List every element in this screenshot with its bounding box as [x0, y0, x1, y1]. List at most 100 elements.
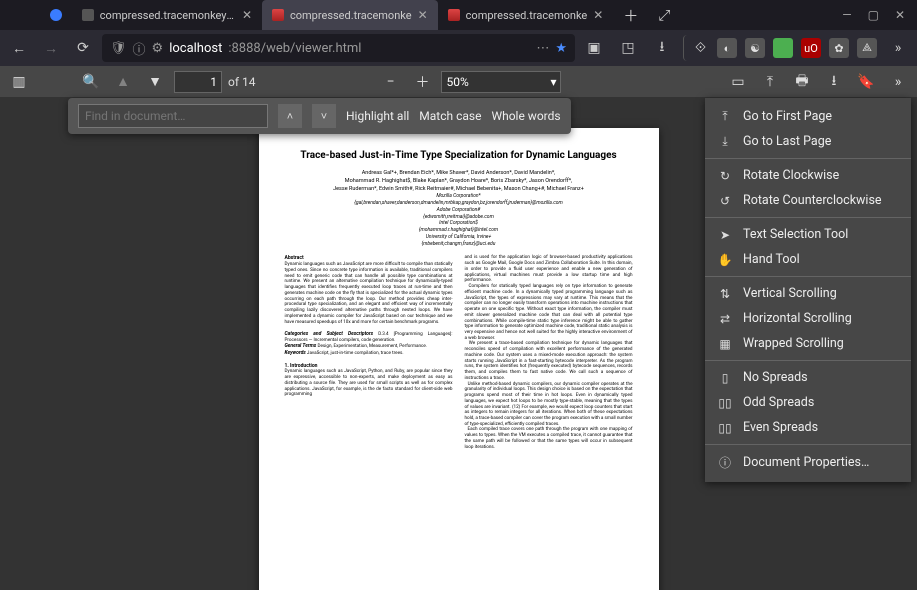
menu-separator — [705, 276, 911, 277]
menu-last-page[interactable]: ⤓Go to Last Page — [705, 129, 911, 154]
menu-horizontal-scroll[interactable]: ⇄Horizontal Scrolling — [705, 306, 911, 331]
first-page-icon: ⤒ — [717, 109, 733, 124]
ext-2[interactable]: ☯ — [745, 38, 765, 58]
new-tab-button[interactable]: ＋ — [613, 5, 648, 26]
find-next-button[interactable]: ˅ — [312, 104, 336, 128]
close-icon[interactable]: ✕ — [593, 8, 603, 22]
pdf-toolbar: ▥ 🔍 ▲ ▼ of 14 − ＋ 50% ▾ ▭ ⤒ 🖶 ⭳ 🔖 » — [0, 66, 917, 98]
download-icon[interactable]: ⭳ — [649, 35, 675, 61]
affiliation: Adobe Corporation# — [285, 208, 633, 214]
menu-rotate-ccw[interactable]: ↺Rotate Counterclockwise — [705, 188, 911, 213]
url-host: localhost — [169, 41, 222, 56]
next-page-button[interactable]: ▼ — [142, 69, 168, 95]
info-icon: ⓘ — [133, 39, 146, 58]
overflow-icon[interactable]: » — [885, 35, 911, 61]
zoom-in-button[interactable]: ＋ — [409, 69, 435, 95]
authors: Jesse Ruderman*, Edwin Smith#, Rick Reit… — [285, 186, 633, 192]
titlebar: compressed.tracemonkey-pl ✕ compressed.t… — [0, 0, 917, 30]
menu-even-spreads[interactable]: ▯▯Even Spreads — [705, 415, 911, 440]
favicon — [50, 9, 62, 21]
pdf-favicon — [448, 9, 460, 21]
url-path: :8888/web/viewer.html — [228, 41, 361, 56]
authors: Mohammad R. Haghighat$, Blake Kaplan*, G… — [285, 178, 633, 184]
favicon — [82, 9, 94, 21]
info-icon: ⓘ — [717, 454, 733, 471]
menu-vertical-scroll[interactable]: ⇅Vertical Scrolling — [705, 281, 911, 306]
url-bar[interactable]: 🛡 ⓘ ⚙ localhost:8888/web/viewer.html ⋯ ★ — [102, 34, 575, 62]
open-file-button[interactable]: ⤒ — [757, 69, 783, 95]
star-icon[interactable]: ★ — [555, 41, 567, 56]
expand-tabs-button[interactable]: ⤢ — [648, 6, 680, 24]
download-button[interactable]: ⭳ — [821, 69, 847, 95]
find-bar: ˄ ˅ Highlight all Match case Whole words — [68, 98, 571, 134]
window-minimize[interactable]: — — [842, 8, 851, 22]
affiliation-email: {mbebenit,changm,franz}@uci.edu — [285, 242, 633, 248]
highlight-all-toggle[interactable]: Highlight all — [346, 109, 409, 123]
chevron-down-icon: ▾ — [550, 75, 556, 89]
menu-separator — [705, 444, 911, 445]
menu-odd-spreads[interactable]: ▯▯Odd Spreads — [705, 390, 911, 415]
doc-title: Trace-based Just-in-Time Type Specializa… — [285, 150, 633, 162]
tab-1[interactable]: compressed.tracemonkey-pl ✕ — [72, 0, 262, 30]
ext-6[interactable]: ⟁ — [857, 38, 877, 58]
reader-icon[interactable]: ⋯ — [536, 41, 549, 56]
back-button[interactable]: ← — [6, 35, 32, 61]
menu-separator — [705, 360, 911, 361]
hand-icon: ✋ — [717, 253, 733, 267]
menu-no-spreads[interactable]: ▯No Spreads — [705, 365, 911, 390]
menu-first-page[interactable]: ⤒Go to First Page — [705, 104, 911, 129]
menu-rotate-cw[interactable]: ↻Rotate Clockwise — [705, 163, 911, 188]
right-column: and is used for the application logic of… — [465, 255, 633, 450]
reload-button[interactable]: ⟳ — [70, 35, 96, 61]
rotate-ccw-icon: ↺ — [717, 194, 733, 208]
secondary-toolbar-menu: ⤒Go to First Page ⤓Go to Last Page ↻Rota… — [705, 98, 911, 482]
toolbar-extensions: ▣ ◳ ⭳ ⟐ ◐ ☯ uO ✿ ⟁ » — [581, 35, 911, 61]
find-input[interactable] — [78, 104, 268, 128]
presentation-button[interactable]: ▭ — [725, 69, 751, 95]
prev-page-button[interactable]: ▲ — [110, 69, 136, 95]
tab-0[interactable] — [40, 0, 72, 30]
container-icon[interactable]: ◳ — [615, 35, 641, 61]
window-maximize[interactable]: ▢ — [868, 8, 879, 22]
zoom-select[interactable]: 50% ▾ — [441, 71, 561, 93]
ext-ublock[interactable]: uO — [801, 38, 821, 58]
find-prev-button[interactable]: ˄ — [278, 104, 302, 128]
forward-button[interactable]: → — [38, 35, 64, 61]
ext-5[interactable]: ✿ — [829, 38, 849, 58]
pocket-icon[interactable]: ▣ — [581, 35, 607, 61]
navigation-toolbar: ← → ⟳ 🛡 ⓘ ⚙ localhost:8888/web/viewer.ht… — [0, 30, 917, 66]
tools-button[interactable]: » — [885, 69, 911, 95]
ext-1[interactable]: ◐ — [717, 38, 737, 58]
whole-words-toggle[interactable]: Whole words — [491, 109, 560, 123]
vscroll-icon: ⇅ — [717, 287, 733, 301]
rotate-cw-icon: ↻ — [717, 169, 733, 183]
page-number-input[interactable] — [174, 71, 222, 93]
window-close[interactable]: ✕ — [895, 8, 905, 22]
cursor-icon: ➤ — [717, 228, 733, 242]
print-button[interactable]: 🖶 — [789, 69, 815, 95]
oddspread-icon: ▯▯ — [717, 396, 733, 410]
close-icon[interactable]: ✕ — [418, 8, 428, 22]
tab-2[interactable]: compressed.tracemonke ✕ — [262, 0, 438, 30]
sidebar-toggle[interactable]: ▥ — [6, 69, 32, 95]
shield-icon: 🛡 — [110, 41, 127, 56]
match-case-toggle[interactable]: Match case — [419, 109, 481, 123]
zoom-out-button[interactable]: − — [377, 69, 403, 95]
menu-separator — [705, 158, 911, 159]
evenspread-icon: ▯▯ — [717, 421, 733, 435]
search-icon[interactable]: 🔍 — [78, 69, 104, 95]
ext-3[interactable] — [773, 38, 793, 58]
tab-3[interactable]: compressed.tracemonke ✕ — [438, 0, 614, 30]
library-icon[interactable]: ⟐ — [683, 35, 709, 61]
intro-heading: 1. Introduction — [285, 363, 318, 369]
menu-doc-properties[interactable]: ⓘDocument Properties… — [705, 449, 911, 476]
close-icon[interactable]: ✕ — [242, 8, 252, 22]
bookmark-button[interactable]: 🔖 — [853, 69, 879, 95]
menu-wrapped-scroll[interactable]: ▦Wrapped Scrolling — [705, 331, 911, 356]
menu-hand-tool[interactable]: ✋Hand Tool — [705, 247, 911, 272]
zoom-label: 50% — [446, 75, 468, 89]
menu-text-select[interactable]: ➤Text Selection Tool — [705, 222, 911, 247]
last-page-icon: ⤓ — [717, 134, 733, 149]
abstract-heading: Abstract — [285, 255, 304, 261]
pdf-favicon — [272, 9, 284, 21]
